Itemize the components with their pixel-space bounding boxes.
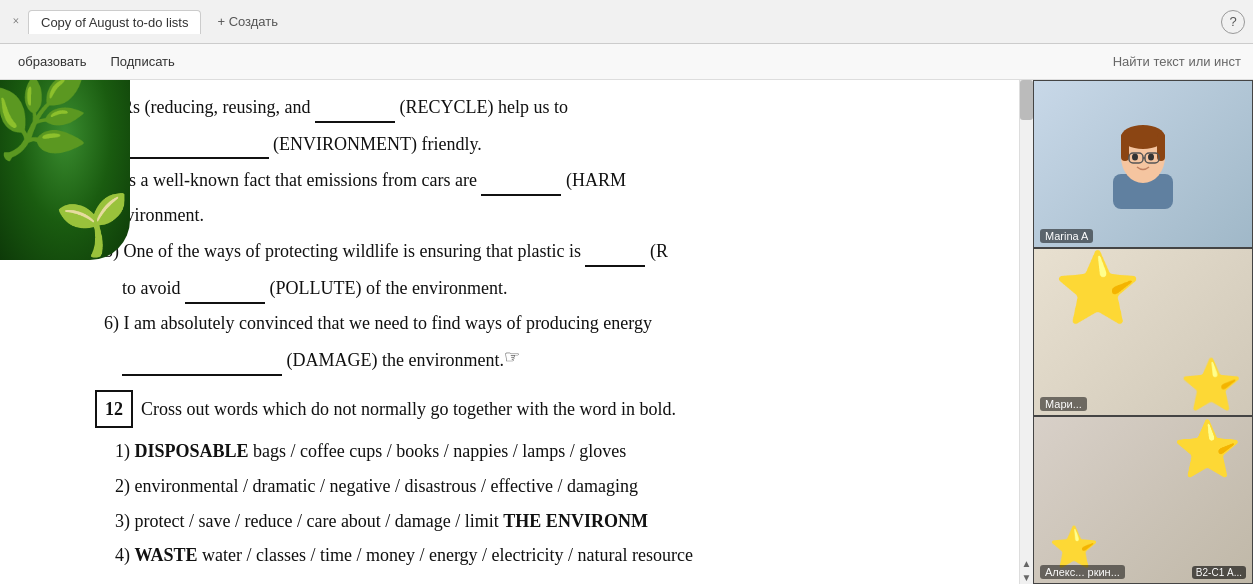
svg-rect-4 bbox=[1157, 133, 1165, 161]
help-button[interactable]: ? bbox=[1221, 10, 1245, 34]
tab-label: Copy of August to-do lists bbox=[41, 15, 188, 30]
active-tab[interactable]: Copy of August to-do lists bbox=[28, 10, 201, 34]
transform-button[interactable]: образовать bbox=[12, 52, 92, 71]
item-2: 2) environmental / dramatic / negative /… bbox=[115, 471, 995, 502]
help-icon: ? bbox=[1229, 14, 1236, 29]
svg-rect-3 bbox=[1121, 133, 1129, 161]
svg-point-5 bbox=[1132, 154, 1138, 161]
video-cell-mid: ⭐ ⭐ Мари... bbox=[1033, 248, 1253, 416]
search-toolbar[interactable]: Найти текст или инст bbox=[1113, 54, 1241, 69]
video-cell-bot: ⭐ ⭐ Алекс... ркин... B2-C1 А... bbox=[1033, 416, 1253, 584]
doc-line-1: e Rs (reducing, reusing, and (RECYCLE) h… bbox=[95, 90, 995, 123]
star-4-icon: ⭐ bbox=[1049, 528, 1099, 568]
video-badge: B2-C1 А... bbox=[1192, 566, 1246, 579]
scrollbar[interactable]: ▲ ▼ bbox=[1019, 80, 1033, 584]
scrollbar-down-arrow[interactable]: ▼ bbox=[1020, 570, 1033, 584]
doc-line-3: It is a well-known fact that emissions f… bbox=[95, 163, 995, 196]
video-name-bot: Алекс... ркин... bbox=[1040, 565, 1125, 579]
person-avatar-svg bbox=[1103, 119, 1183, 209]
item-4: 4) WASTE water / classes / time / money … bbox=[115, 540, 995, 571]
blank-4 bbox=[585, 234, 645, 267]
star-3-icon: ⭐ bbox=[1173, 422, 1242, 477]
video-cell-marina: Marina A bbox=[1033, 80, 1253, 248]
scrollbar-thumb[interactable] bbox=[1020, 80, 1033, 120]
doc-line-6: to avoid (POLLUTE) of the environment. bbox=[95, 271, 995, 304]
video-name-mid: Мари... bbox=[1040, 397, 1087, 411]
doc-content: e Rs (reducing, reusing, and (RECYCLE) h… bbox=[75, 80, 1015, 584]
blank-2 bbox=[109, 127, 269, 160]
video-name-marina: Marina A bbox=[1040, 229, 1093, 243]
item-3-bold: THE ENVIRONM bbox=[503, 511, 648, 531]
doc-line-5: 5) One of the ways of protecting wildlif… bbox=[95, 234, 995, 267]
item-3: 3) protect / save / reduce / care about … bbox=[115, 506, 995, 537]
browser-chrome: × Copy of August to-do lists + Создать ? bbox=[0, 0, 1253, 44]
star-2-icon: ⭐ bbox=[1180, 360, 1242, 410]
doc-line-2: (ENVIRONMENT) friendly. bbox=[95, 127, 995, 160]
task12-number: 12 bbox=[95, 390, 133, 429]
new-tab-button[interactable]: + Создать bbox=[205, 10, 290, 33]
new-tab-label: + Создать bbox=[217, 14, 278, 29]
scrollbar-up-arrow[interactable]: ▲ bbox=[1020, 556, 1033, 570]
tab-close-icon[interactable]: × bbox=[8, 14, 24, 30]
doc-line-8: (DAMAGE) the environment. bbox=[95, 342, 995, 376]
blank-6 bbox=[122, 343, 282, 376]
sign-button[interactable]: Подписать bbox=[104, 52, 180, 71]
item-1-bold: DISPOSABLE bbox=[135, 441, 249, 461]
cursor-icon bbox=[504, 342, 524, 366]
blank-5 bbox=[185, 271, 265, 304]
item-1: 1) DISPOSABLE bags / coffee cups / books… bbox=[115, 436, 995, 467]
tab-bar: × Copy of August to-do lists + Создать bbox=[8, 10, 1213, 34]
plant-decoration bbox=[0, 80, 130, 260]
svg-point-6 bbox=[1148, 154, 1154, 161]
toolbar: образовать Подписать Найти текст или инс… bbox=[0, 44, 1253, 80]
blank-3 bbox=[481, 163, 561, 196]
item-4-bold: WASTE bbox=[135, 545, 198, 565]
video-panel: Marina A ⭐ ⭐ Мари... ⭐ ⭐ Алекс... ркин..… bbox=[1033, 80, 1253, 584]
doc-line-7: 6) I am absolutely convinced that we nee… bbox=[95, 308, 995, 339]
blank-1 bbox=[315, 90, 395, 123]
task12-header: 12 Cross out words which do not normally… bbox=[95, 390, 995, 429]
star-1-icon: ⭐ bbox=[1054, 254, 1141, 324]
task12-instruction: Cross out words which do not normally go… bbox=[141, 394, 676, 425]
doc-line-4: environment. bbox=[95, 200, 995, 231]
